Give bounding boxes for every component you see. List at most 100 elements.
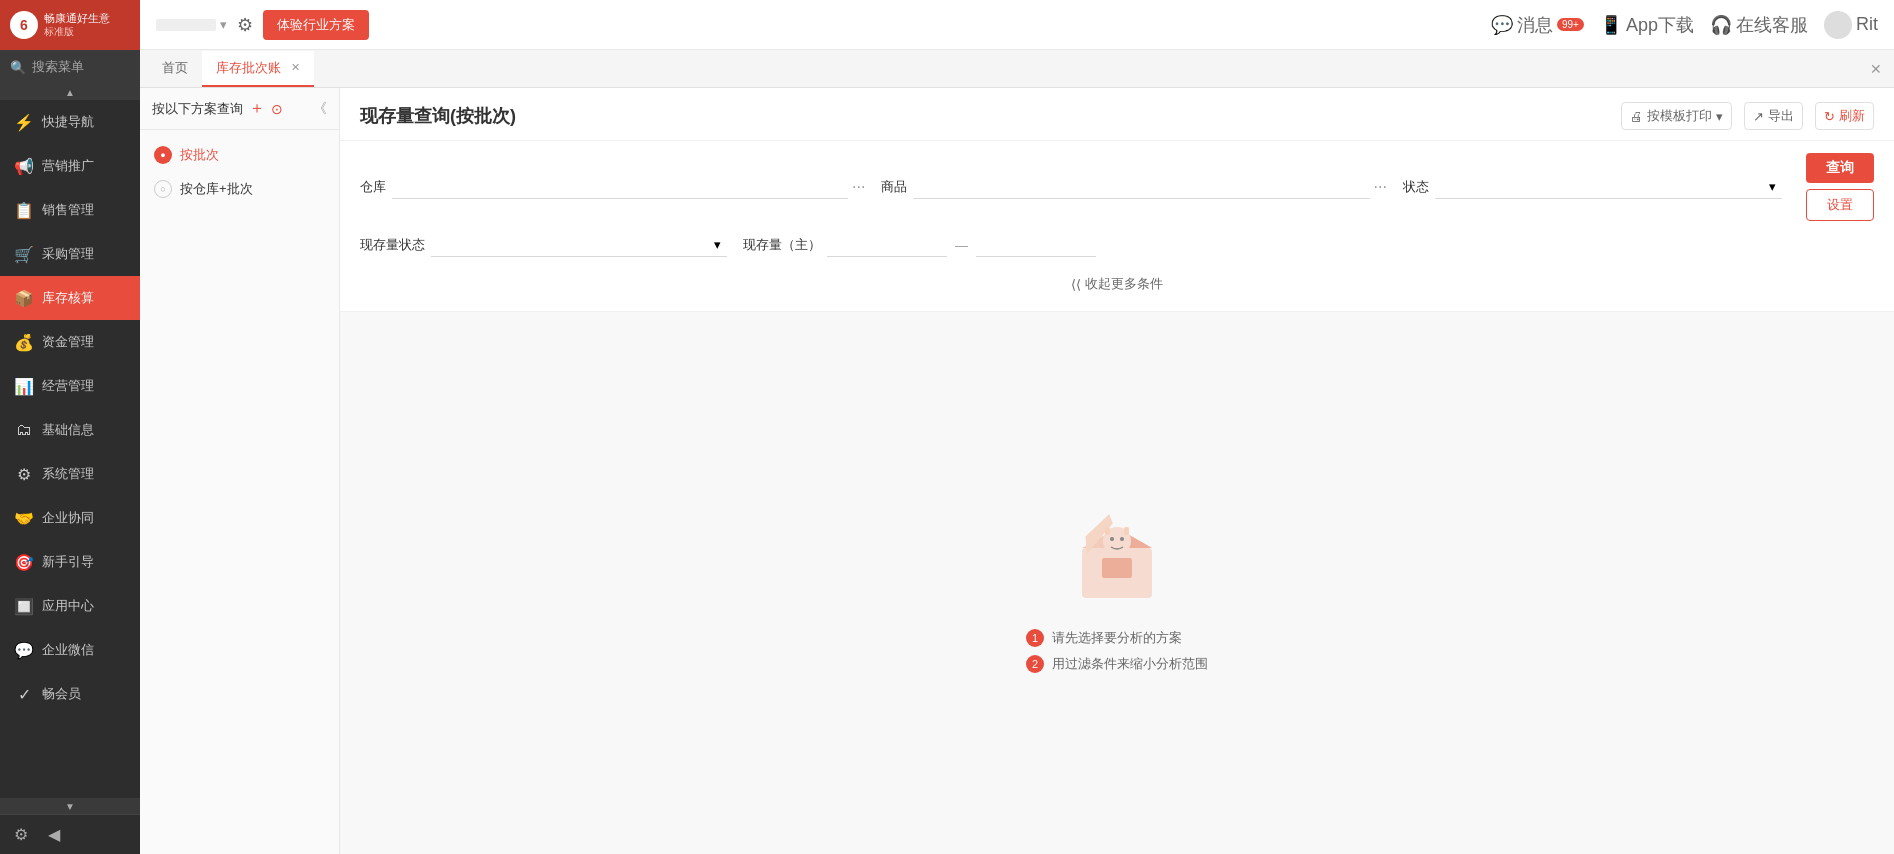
app-download-label: App下载 — [1626, 13, 1694, 37]
basic-icon: 🗂 — [14, 420, 34, 440]
sidebar-item-wechat[interactable]: 💬 企业微信 — [0, 628, 140, 672]
inventory-status-select[interactable]: ▾ — [431, 233, 727, 257]
avatar — [1824, 11, 1852, 39]
svg-rect-3 — [1102, 558, 1132, 578]
plan-dot-batch: ● — [154, 146, 172, 164]
main-area: ▾ ⚙ 体验行业方案 💬 消息 99+ 📱 App下载 🎧 在线客服 Rit — [140, 0, 1894, 854]
set-btn[interactable]: 设置 — [1806, 189, 1874, 221]
sidebar-item-label: 系统管理 — [42, 465, 94, 483]
tab-panel-close-btn[interactable]: ✕ — [1866, 57, 1886, 81]
messages-btn[interactable]: 💬 消息 99+ — [1491, 13, 1584, 37]
empty-svg — [1057, 493, 1177, 613]
version-badge: 标准版 — [44, 25, 110, 39]
empty-tip-2: 2 用过滤条件来缩小分析范围 — [1026, 655, 1208, 673]
product-input[interactable] — [913, 175, 1369, 199]
sidebar-item-label: 资金管理 — [42, 333, 94, 351]
collapse-left-panel-icon[interactable]: 《 — [313, 100, 327, 118]
inventory-amount-min[interactable] — [827, 233, 947, 257]
warehouse-input[interactable] — [392, 175, 848, 199]
sidebar-item-label: 企业微信 — [42, 641, 94, 659]
plan-item-warehouse-batch[interactable]: ○ 按仓库+批次 — [140, 172, 339, 206]
sidebar-item-operation[interactable]: 📊 经营管理 — [0, 364, 140, 408]
title-actions: 🖨 按模板打印 ▾ ↗ 导出 ↻ 刷新 — [1621, 102, 1874, 130]
empty-tip-1: 1 请先选择要分析的方案 — [1026, 629, 1208, 647]
settings-topbar-icon[interactable]: ⚙ — [237, 14, 253, 36]
empty-illustration — [1057, 493, 1177, 613]
sidebar-item-label: 应用中心 — [42, 597, 94, 615]
sidebar-item-quick-nav[interactable]: ⚡ 快捷导航 — [0, 100, 140, 144]
sidebar-item-finance[interactable]: 💰 资金管理 — [0, 320, 140, 364]
sidebar-item-label: 采购管理 — [42, 245, 94, 263]
experience-btn[interactable]: 体验行业方案 — [263, 10, 369, 40]
sidebar-item-member[interactable]: ✓ 畅会员 — [0, 672, 140, 716]
tip-num-1: 1 — [1026, 629, 1044, 647]
svg-rect-8 — [1105, 527, 1110, 535]
sidebar-item-label: 畅会员 — [42, 685, 81, 703]
sidebar-item-sales[interactable]: 📋 销售管理 — [0, 188, 140, 232]
filter-product: 商品 ··· — [881, 175, 1386, 199]
app-logo: 6 — [10, 11, 38, 39]
sidebar-item-guide[interactable]: 🎯 新手引导 — [0, 540, 140, 584]
wechat-icon: 💬 — [14, 640, 34, 660]
collapse-more-label: 收起更多条件 — [1085, 275, 1163, 293]
inventory-icon: 📦 — [14, 288, 34, 308]
sidebar-item-apps[interactable]: 🔲 应用中心 — [0, 584, 140, 628]
svg-rect-9 — [1124, 527, 1129, 535]
collapse-up-icon: ⟨⟨ — [1071, 277, 1081, 292]
search-menu[interactable]: 🔍 搜索菜单 — [0, 50, 140, 84]
app-download-btn[interactable]: 📱 App下载 — [1600, 13, 1694, 37]
filter-section: 仓库 ··· 商品 ··· 状态 ▾ — [340, 141, 1894, 312]
sidebar-scroll-down[interactable]: ▼ — [0, 798, 140, 814]
dropdown-icon: ▾ — [220, 17, 227, 32]
sidebar-item-label: 经营管理 — [42, 377, 94, 395]
status-select-arrow: ▾ — [1769, 179, 1776, 194]
settings-footer-icon[interactable]: ⚙ — [14, 825, 28, 844]
inventory-amount-label: 现存量（主） — [743, 236, 821, 254]
sidebar-item-basic[interactable]: 🗂 基础信息 — [0, 408, 140, 452]
sidebar-item-marketing[interactable]: 📢 营销推广 — [0, 144, 140, 188]
sidebar-item-system[interactable]: ⚙ 系统管理 — [0, 452, 140, 496]
member-icon: ✓ — [14, 684, 34, 704]
online-service-btn[interactable]: 🎧 在线客服 — [1710, 13, 1808, 37]
filter-row-1: 仓库 ··· 商品 ··· 状态 ▾ — [360, 153, 1874, 221]
settings-plan-icon[interactable]: ⊙ — [271, 101, 283, 117]
add-plan-icon[interactable]: ＋ — [249, 98, 265, 119]
collapse-sidebar-icon[interactable]: ◀ — [48, 825, 60, 844]
refresh-btn[interactable]: ↻ 刷新 — [1815, 102, 1874, 130]
sales-icon: 📋 — [14, 200, 34, 220]
query-btn[interactable]: 查询 — [1806, 153, 1874, 183]
filter-inventory-amount: 现存量（主） — — [743, 233, 1232, 257]
print-btn[interactable]: 🖨 按模板打印 ▾ — [1621, 102, 1732, 130]
sidebar-item-label: 库存核算 — [42, 289, 94, 307]
plan-section-label: 按以下方案查询 — [152, 100, 243, 118]
plan-item-batch[interactable]: ● 按批次 — [140, 138, 339, 172]
tab-inventory-batch-label: 库存批次账 — [216, 59, 281, 77]
sidebar-scroll-up[interactable]: ▲ — [0, 84, 140, 100]
sidebar-item-purchase[interactable]: 🛒 采购管理 — [0, 232, 140, 276]
warehouse-dots-icon[interactable]: ··· — [852, 178, 865, 196]
user-menu-btn[interactable]: Rit — [1824, 11, 1878, 39]
tab-inventory-batch[interactable]: 库存批次账 ✕ — [202, 51, 314, 87]
sidebar-item-enterprise[interactable]: 🤝 企业协同 — [0, 496, 140, 540]
topbar-actions: 💬 消息 99+ 📱 App下载 🎧 在线客服 Rit — [1491, 11, 1878, 39]
inventory-status-label: 现存量状态 — [360, 236, 425, 254]
status-select[interactable]: ▾ — [1435, 175, 1782, 199]
sidebar-footer: ⚙ ◀ — [0, 814, 140, 854]
company-name: 畅康通好生意 — [44, 11, 110, 25]
search-menu-label: 搜索菜单 — [32, 58, 84, 76]
filter-status: 状态 ▾ — [1403, 175, 1782, 199]
filter-row-2: 现存量状态 ▾ 现存量（主） — — [360, 233, 1874, 257]
sidebar-item-inventory[interactable]: 📦 库存核算 — [0, 276, 140, 320]
right-panel: 现存量查询(按批次) 🖨 按模板打印 ▾ ↗ 导出 ↻ 刷新 — [340, 88, 1894, 854]
breadcrumb-path — [156, 19, 216, 31]
inventory-amount-max[interactable] — [976, 233, 1096, 257]
export-btn[interactable]: ↗ 导出 — [1744, 102, 1803, 130]
svg-point-7 — [1120, 537, 1124, 541]
warehouse-label: 仓库 — [360, 178, 386, 196]
print-btn-label: 按模板打印 — [1647, 107, 1712, 125]
tab-home[interactable]: 首页 — [148, 51, 202, 87]
collapse-more-btn[interactable]: ⟨⟨ 收起更多条件 — [360, 269, 1874, 299]
product-dots-icon[interactable]: ··· — [1374, 178, 1387, 196]
user-name: Rit — [1856, 14, 1878, 35]
tab-close-icon[interactable]: ✕ — [291, 61, 300, 74]
